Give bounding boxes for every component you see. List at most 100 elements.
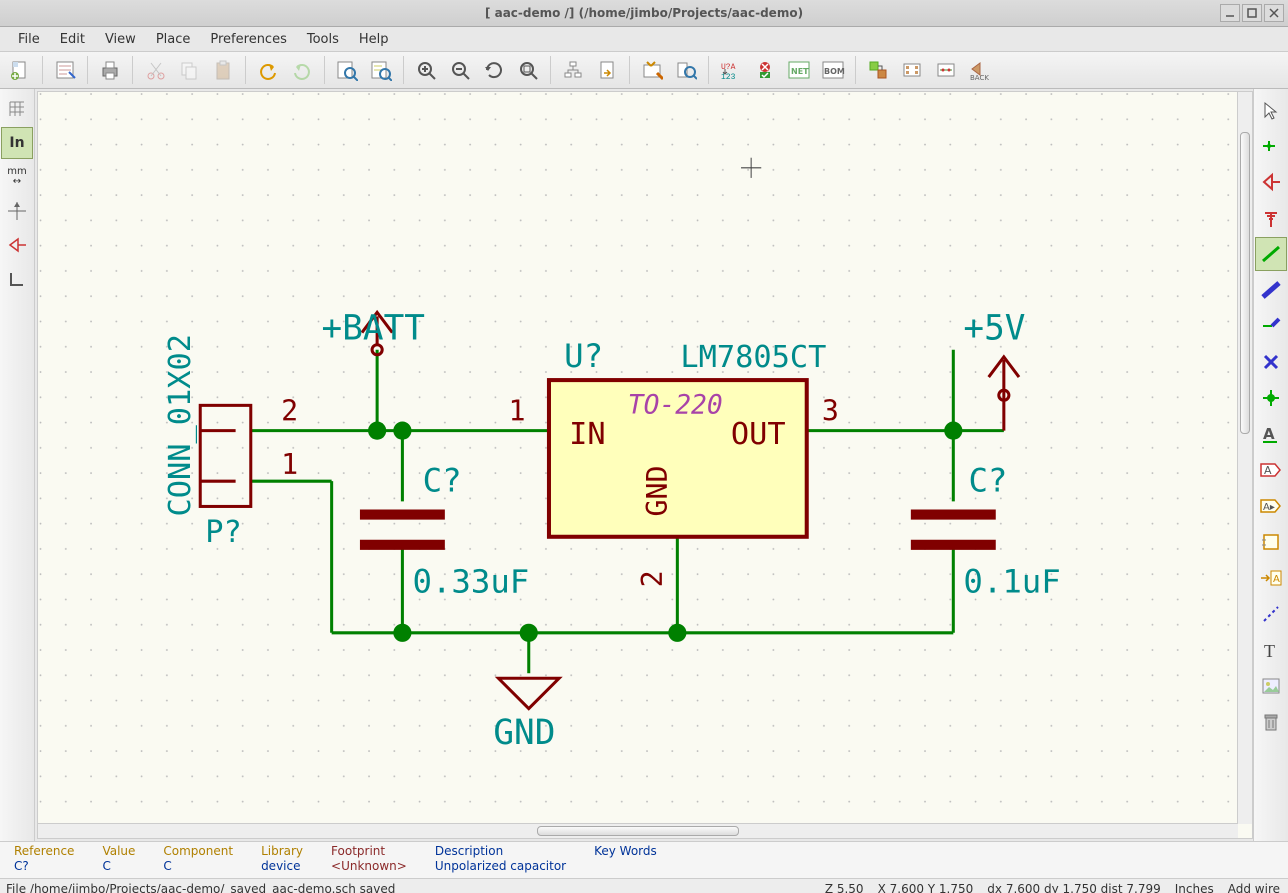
info-panel: ReferenceC? ValueC ComponentC Librarydev… xyxy=(0,841,1288,878)
menu-help[interactable]: Help xyxy=(349,32,399,47)
units-mm-button[interactable]: mm↔ xyxy=(1,161,33,193)
zoom-fit-icon[interactable] xyxy=(512,54,544,86)
place-image-icon[interactable] xyxy=(1255,669,1287,703)
u-in: IN xyxy=(569,417,606,452)
info-val-value: C xyxy=(102,859,135,874)
window-titlebar: [ aac-demo /] (/home/jimbo/Projects/aac-… xyxy=(0,0,1288,27)
select-tool-icon[interactable] xyxy=(1255,93,1287,127)
status-file: File /home/jimbo/Projects/aac-demo/_save… xyxy=(6,882,395,893)
place-globallabel-icon[interactable]: A xyxy=(1255,453,1287,487)
u-pin1: 1 xyxy=(509,395,526,428)
svg-text:BOM: BOM xyxy=(824,67,845,76)
status-units: Inches xyxy=(1175,882,1214,893)
menubar: File Edit View Place Preferences Tools H… xyxy=(0,27,1288,52)
libedit-icon[interactable] xyxy=(636,54,668,86)
annotate-icon[interactable]: U?A123 xyxy=(715,54,747,86)
info-ref-label: Reference xyxy=(14,844,74,859)
minimize-button[interactable] xyxy=(1220,4,1240,22)
svg-text:A: A xyxy=(1264,464,1272,477)
hidden-pins-icon[interactable] xyxy=(1,229,33,261)
menu-preferences[interactable]: Preferences xyxy=(200,32,296,47)
delete-icon[interactable] xyxy=(1255,705,1287,739)
netlist-icon[interactable]: NET xyxy=(783,54,815,86)
place-bus-icon[interactable] xyxy=(1255,273,1287,307)
v5-label: +5V xyxy=(963,309,1025,349)
c2-val: 0.1uF xyxy=(963,562,1060,600)
print-icon[interactable] xyxy=(94,54,126,86)
zoom-out-icon[interactable] xyxy=(444,54,476,86)
status-xy: X 7.600 Y 1.750 xyxy=(878,882,974,893)
place-hiersheet-icon[interactable] xyxy=(1255,525,1287,559)
pcbnew-icon[interactable] xyxy=(930,54,962,86)
menu-edit[interactable]: Edit xyxy=(50,32,95,47)
back-import-icon[interactable]: BACK xyxy=(964,54,996,86)
hierarchy-icon[interactable] xyxy=(557,54,589,86)
c1-ref: C? xyxy=(423,461,462,499)
svg-text:T: T xyxy=(1264,641,1275,660)
menu-file[interactable]: File xyxy=(8,32,50,47)
top-toolbar: U?A123 NET BOM BACK xyxy=(0,52,1288,89)
info-fp-value: <Unknown> xyxy=(331,859,407,874)
u-pin2: 2 xyxy=(636,570,669,587)
horizontal-scrollbar[interactable] xyxy=(38,823,1238,838)
place-wire-icon[interactable] xyxy=(1255,237,1287,271)
paste-icon[interactable] xyxy=(207,54,239,86)
window-buttons xyxy=(1220,4,1284,22)
place-noconnect-icon[interactable] xyxy=(1255,345,1287,379)
c2-ref: C? xyxy=(968,461,1007,499)
place-component-icon[interactable] xyxy=(1255,165,1287,199)
statusbar: File /home/jimbo/Projects/aac-demo/_save… xyxy=(0,878,1288,893)
undo-icon[interactable] xyxy=(252,54,284,86)
schematic-canvas[interactable]: CONN_01X02 P? 2 1 +BATT +5V xyxy=(37,91,1253,839)
redo-icon[interactable] xyxy=(286,54,318,86)
find-icon[interactable] xyxy=(331,54,363,86)
place-bus-entry-icon[interactable] xyxy=(1255,309,1287,343)
grid-toggle-icon[interactable] xyxy=(1,93,33,125)
page-settings-icon[interactable] xyxy=(49,54,81,86)
place-power-icon[interactable] xyxy=(1255,201,1287,235)
libbrowse-icon[interactable] xyxy=(670,54,702,86)
conn-pin2: 2 xyxy=(281,395,298,428)
bom-icon[interactable]: BOM xyxy=(817,54,849,86)
gnd-label: GND xyxy=(493,713,555,753)
cut-icon[interactable] xyxy=(139,54,171,86)
place-netlabel-icon[interactable]: A xyxy=(1255,417,1287,451)
svg-text:NET: NET xyxy=(791,67,809,76)
zoom-redraw-icon[interactable] xyxy=(478,54,510,86)
new-icon[interactable] xyxy=(4,54,36,86)
info-ref-value: C? xyxy=(14,859,74,874)
place-hierpin-icon[interactable]: A xyxy=(1255,561,1287,595)
close-button[interactable] xyxy=(1264,4,1284,22)
conn-label: CONN_01X02 xyxy=(163,334,198,517)
place-graphicline-icon[interactable] xyxy=(1255,597,1287,631)
place-text-icon[interactable]: T xyxy=(1255,633,1287,667)
place-junction-icon[interactable] xyxy=(1255,381,1287,415)
body: In mm↔ xyxy=(0,89,1288,841)
svg-text:123: 123 xyxy=(721,73,736,81)
replace-icon[interactable] xyxy=(365,54,397,86)
cursor-shape-icon[interactable] xyxy=(1,195,33,227)
bus-direction-icon[interactable] xyxy=(1,263,33,295)
menu-tools[interactable]: Tools xyxy=(297,32,349,47)
menu-view[interactable]: View xyxy=(95,32,146,47)
footprint-icon[interactable] xyxy=(896,54,928,86)
zoom-in-icon[interactable] xyxy=(410,54,442,86)
highlight-net-icon[interactable] xyxy=(1255,129,1287,163)
status-zoom: Z 5.50 xyxy=(825,882,864,893)
maximize-button[interactable] xyxy=(1242,4,1262,22)
vertical-scrollbar[interactable] xyxy=(1237,92,1252,824)
info-lib-value: device xyxy=(261,859,303,874)
window-title: [ aac-demo /] (/home/jimbo/Projects/aac-… xyxy=(485,6,803,20)
menu-place[interactable]: Place xyxy=(146,32,201,47)
leave-sheet-icon[interactable] xyxy=(591,54,623,86)
conn-ref: P? xyxy=(205,515,242,550)
info-lib-label: Library xyxy=(261,844,303,859)
units-in-button[interactable]: In xyxy=(1,127,33,159)
copy-icon[interactable] xyxy=(173,54,205,86)
erc-icon[interactable] xyxy=(749,54,781,86)
cvpcb-icon[interactable] xyxy=(862,54,894,86)
right-toolbar: A A A▸ A T xyxy=(1253,89,1288,841)
conn-pin1: 1 xyxy=(281,448,298,481)
place-hierlabel-icon[interactable]: A▸ xyxy=(1255,489,1287,523)
info-desc-label: Description xyxy=(435,844,566,859)
